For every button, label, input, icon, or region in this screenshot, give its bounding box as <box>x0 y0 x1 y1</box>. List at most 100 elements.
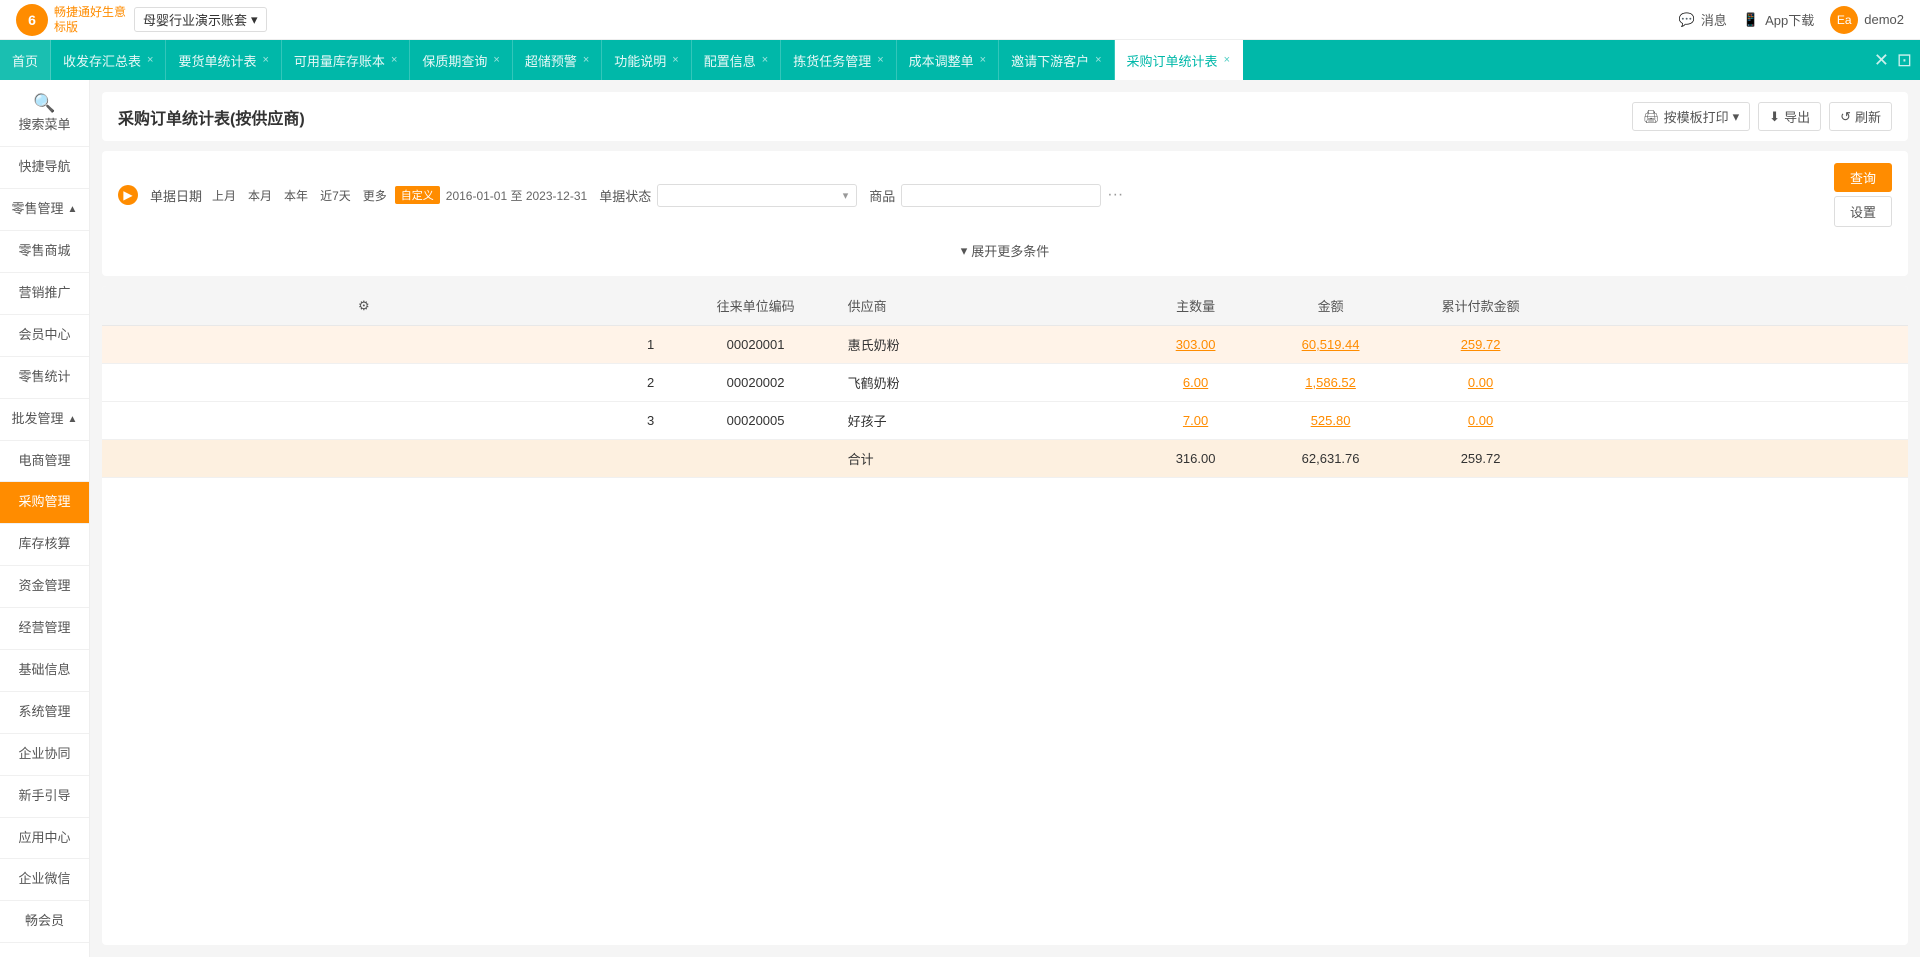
row-2-paid-link[interactable]: 0.00 <box>1468 375 1493 390</box>
tab-order-summary[interactable]: 要货单统计表 × <box>166 40 281 80</box>
sidebar-item-sys-manage[interactable]: 系统管理 <box>0 692 89 734</box>
tab-cost-adjust-close[interactable]: × <box>980 54 986 66</box>
sidebar-item-ecommerce[interactable]: 电商管理 <box>0 441 89 483</box>
footer-settings <box>102 440 626 478</box>
sidebar-item-basic-info[interactable]: 基础信息 <box>0 650 89 692</box>
tab-invite-close[interactable]: × <box>1095 54 1101 66</box>
sidebar-item-enterprise-collab[interactable]: 企业协同 <box>0 734 89 776</box>
search-icon: 🔍 <box>33 92 55 115</box>
status-select[interactable]: ▾ <box>657 184 857 207</box>
sidebar-app-center-label: 应用中心 <box>18 830 70 847</box>
print-arrow-icon: ▾ <box>1733 109 1740 125</box>
shortcut-more[interactable]: 更多 <box>359 185 391 206</box>
tab-purchase-summary[interactable]: 采购订单统计表 × <box>1115 40 1243 80</box>
query-button[interactable]: 查询 <box>1834 163 1892 192</box>
custom-date-tag[interactable]: 自定义 <box>395 186 440 204</box>
row-2-qty: 6.00 <box>1136 364 1256 402</box>
logo-line2: 标版 <box>54 20 126 34</box>
goods-more-icon[interactable]: ··· <box>1107 186 1123 204</box>
sidebar-item-quick-nav[interactable]: 快捷导航 <box>0 147 89 189</box>
sidebar-wholesale-label: 批发管理 <box>12 411 64 428</box>
app-download-btn[interactable]: 📱 App下载 <box>1743 10 1814 29</box>
tab-order-summary-close[interactable]: × <box>262 54 268 66</box>
sidebar-item-purchase[interactable]: 采购管理 <box>0 482 89 524</box>
sidebar-item-enterprise-wechat[interactable]: 企业微信 <box>0 859 89 901</box>
goods-filter-group: 商品 ··· <box>869 184 1123 207</box>
tab-overstock[interactable]: 超储预警 × <box>513 40 602 80</box>
tab-collect-pay[interactable]: 收发存汇总表 × <box>51 40 166 80</box>
tab-pick-task[interactable]: 拣货任务管理 × <box>781 40 896 80</box>
sidebar-search-label: 搜索菜单 <box>18 117 70 134</box>
sidebar-item-finance[interactable]: 资金管理 <box>0 566 89 608</box>
filter-toggle[interactable]: ▶ <box>118 185 138 205</box>
col-header-settings[interactable]: ⚙ <box>102 286 626 326</box>
goods-input[interactable] <box>901 184 1101 207</box>
row-2-amount-link[interactable]: 1,586.52 <box>1305 375 1356 390</box>
tab-cost-adjust[interactable]: 成本调整单 × <box>897 40 999 80</box>
top-bar-right: 💬 消息 📱 App下载 Ea demo2 <box>1679 6 1904 34</box>
sidebar-item-search[interactable]: 🔍 搜索菜单 <box>0 80 89 147</box>
row-3-amount-link[interactable]: 525.80 <box>1311 413 1351 428</box>
page-title: 采购订单统计表(按供应商) <box>118 105 305 129</box>
footer-paid: 259.72 <box>1406 440 1556 478</box>
tab-func-desc[interactable]: 功能说明 × <box>602 40 691 80</box>
sidebar-item-app-center[interactable]: 应用中心 <box>0 818 89 860</box>
row-3-index: 3 <box>626 402 676 440</box>
sidebar-item-operations[interactable]: 经营管理 <box>0 608 89 650</box>
tab-home[interactable]: 首页 <box>0 40 51 80</box>
sidebar-item-stock-check[interactable]: 库存核算 <box>0 524 89 566</box>
user-menu[interactable]: Ea demo2 <box>1830 6 1904 34</box>
message-label: 消息 <box>1701 10 1727 29</box>
logo-initial: 6 <box>28 12 36 28</box>
sidebar-item-marketing[interactable]: 营销推广 <box>0 273 89 315</box>
sidebar-item-retail-mall[interactable]: 零售商城 <box>0 231 89 273</box>
print-button[interactable]: 🖨 按模板打印 ▾ <box>1632 102 1750 131</box>
tab-available-stock-close[interactable]: × <box>391 54 397 66</box>
tab-pick-task-close[interactable]: × <box>877 54 883 66</box>
settings-button[interactable]: 设置 <box>1834 196 1892 227</box>
sidebar-wholesale-arrow: ▲ <box>68 413 78 426</box>
status-select-arrow: ▾ <box>843 189 849 202</box>
row-3-qty-link[interactable]: 7.00 <box>1183 413 1208 428</box>
workspace-selector[interactable]: 母婴行业演示账套 ▾ <box>134 7 267 32</box>
tab-config-close[interactable]: × <box>762 54 768 66</box>
avatar: Ea <box>1830 6 1858 34</box>
row-1-paid-link[interactable]: 259.72 <box>1461 337 1501 352</box>
tab-available-stock[interactable]: 可用量库存账本 × <box>282 40 410 80</box>
tab-overstock-close[interactable]: × <box>583 54 589 66</box>
row-3-paid-link[interactable]: 0.00 <box>1468 413 1493 428</box>
tab-home-label: 首页 <box>12 51 38 70</box>
export-label: 导出 <box>1784 107 1810 126</box>
refresh-button[interactable]: ↺ 刷新 <box>1829 102 1892 131</box>
tab-collect-pay-close[interactable]: × <box>147 54 153 66</box>
shortcut-last-month[interactable]: 上月 <box>208 185 240 206</box>
sidebar-item-vip[interactable]: 畅会员 <box>0 901 89 943</box>
sidebar-item-member[interactable]: 会员中心 <box>0 315 89 357</box>
tab-config[interactable]: 配置信息 × <box>692 40 781 80</box>
tab-invite-label: 邀请下游客户 <box>1011 51 1089 70</box>
shortcut-this-month[interactable]: 本月 <box>244 185 276 206</box>
row-1-qty-link[interactable]: 303.00 <box>1176 337 1216 352</box>
sidebar-item-retail-manage[interactable]: 零售管理 ▲ <box>0 189 89 231</box>
table-header: ⚙ 往来单位编码 供应商 主数量 金额 累计付款金额 <box>102 286 1908 326</box>
message-btn[interactable]: 💬 消息 <box>1679 10 1727 29</box>
tab-overstock-label: 超储预警 <box>525 51 577 70</box>
tab-invite[interactable]: 邀请下游客户 × <box>999 40 1114 80</box>
sidebar-item-new-guide[interactable]: 新手引导 <box>0 776 89 818</box>
nav-close-btn[interactable]: ✕ <box>1874 50 1889 71</box>
row-2-qty-link[interactable]: 6.00 <box>1183 375 1208 390</box>
export-button[interactable]: ⬇ 导出 <box>1758 102 1821 131</box>
workspace-arrow-icon: ▾ <box>251 12 258 28</box>
row-1-code: 00020001 <box>676 326 836 364</box>
shortcut-7-days[interactable]: 近7天 <box>316 185 355 206</box>
sidebar-item-wholesale[interactable]: 批发管理 ▲ <box>0 399 89 441</box>
expand-more-btn[interactable]: ▾ 展开更多条件 <box>118 237 1892 264</box>
row-1-amount-link[interactable]: 60,519.44 <box>1302 337 1360 352</box>
tab-warranty-close[interactable]: × <box>493 54 499 66</box>
tab-warranty[interactable]: 保质期查询 × <box>410 40 512 80</box>
tab-func-desc-close[interactable]: × <box>672 54 678 66</box>
nav-expand-btn[interactable]: ⊡ <box>1897 50 1912 71</box>
tab-purchase-summary-close[interactable]: × <box>1224 54 1230 66</box>
sidebar-item-retail-stats[interactable]: 零售统计 <box>0 357 89 399</box>
shortcut-this-year[interactable]: 本年 <box>280 185 312 206</box>
